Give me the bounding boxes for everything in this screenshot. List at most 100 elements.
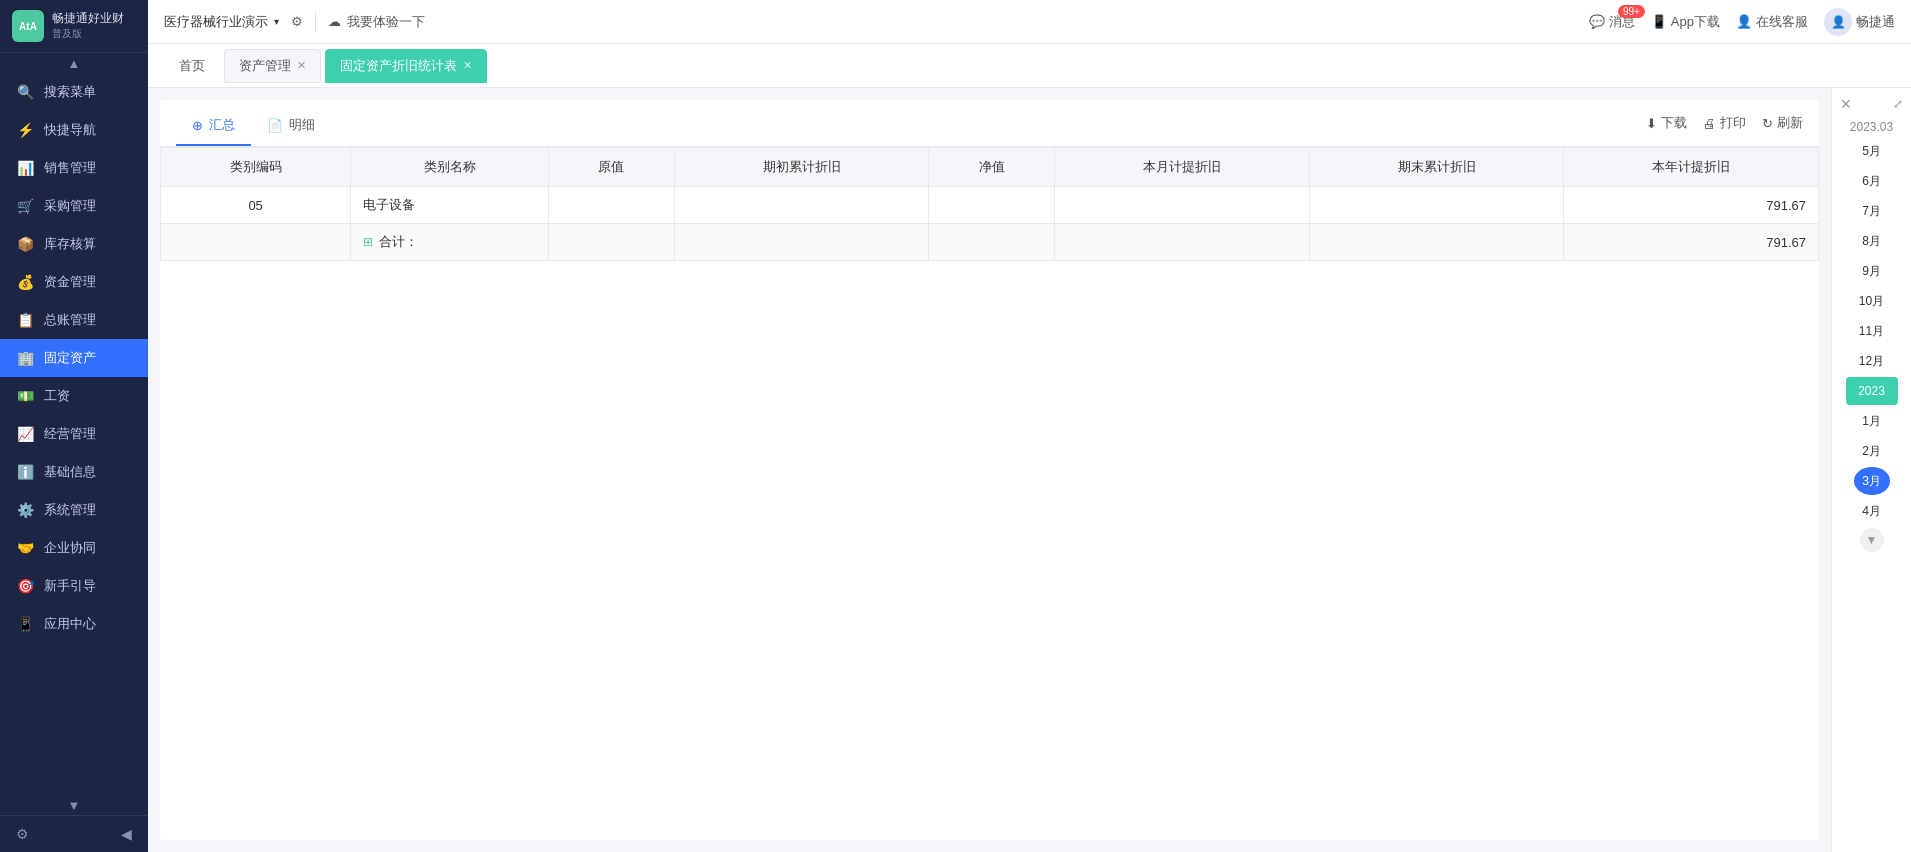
refresh-label: 刷新 [1777, 114, 1803, 132]
date-scroll-down-btn[interactable]: ▼ [1860, 528, 1884, 552]
app-version: 普及版 [52, 27, 124, 41]
total-month-depr [1055, 224, 1310, 261]
total-net [929, 224, 1055, 261]
cloud-icon: ☁ [328, 14, 341, 29]
sub-tab-summary[interactable]: ⊕ 汇总 [176, 110, 251, 146]
sidebar-item-finance[interactable]: 💰 资金管理 [0, 263, 148, 301]
sidebar-item-quick-nav[interactable]: ⚡ 快捷导航 [0, 111, 148, 149]
sidebar-item-sales[interactable]: 📊 销售管理 [0, 149, 148, 187]
sidebar-footer: ⚙ ◀ [0, 815, 148, 852]
tab-depreciation-report[interactable]: 固定资产折旧统计表 ✕ [325, 49, 487, 83]
total-begin-depr [674, 224, 929, 261]
tab-home[interactable]: 首页 [164, 49, 220, 83]
sidebar-scroll-up[interactable]: ▲ [0, 53, 148, 73]
collapse-sidebar-icon[interactable]: ◀ [121, 826, 132, 842]
total-original [548, 224, 674, 261]
company-selector[interactable]: 医疗器械行业演示 ▾ [164, 13, 279, 31]
month-item-12[interactable]: 12月 [1846, 347, 1898, 375]
content-area: ⊕ 汇总 📄 明细 ⬇ 下载 🖨 打印 [148, 88, 1911, 852]
sub-tab-summary-label: 汇总 [209, 116, 235, 134]
sidebar-item-label: 采购管理 [44, 197, 96, 215]
sidebar-item-label: 新手引导 [44, 577, 96, 595]
purchase-icon: 🛒 [16, 197, 34, 215]
download-icon: ⬇ [1646, 116, 1657, 131]
sidebar-item-label: 基础信息 [44, 463, 96, 481]
summary-icon: ⊕ [192, 118, 203, 133]
tab-asset-mgmt-label: 资产管理 [239, 57, 291, 75]
topbar-divider [315, 12, 316, 32]
download-label: 下载 [1661, 114, 1687, 132]
year-2023-label: 2023 [1846, 377, 1898, 405]
sidebar-item-guide[interactable]: 🎯 新手引导 [0, 567, 148, 605]
date-panel-close-btn[interactable]: ✕ [1840, 96, 1852, 112]
settings-footer-icon[interactable]: ⚙ [16, 826, 29, 842]
tab-depreciation-close[interactable]: ✕ [463, 60, 472, 71]
month-item-6[interactable]: 6月 [1846, 167, 1898, 195]
app-center-icon: 📱 [16, 615, 34, 633]
depreciation-table: 类别编码 类别名称 原值 期初累计折旧 净值 本月计提折旧 期末累计折旧 本年计… [160, 147, 1819, 261]
cell-code: 05 [161, 187, 351, 224]
sidebar-item-fixed-assets[interactable]: 🏢 固定资产 [0, 339, 148, 377]
sidebar-item-basic-info[interactable]: ℹ️ 基础信息 [0, 453, 148, 491]
month-item-1[interactable]: 1月 [1846, 407, 1898, 435]
month-item-7[interactable]: 7月 [1846, 197, 1898, 225]
ledger-icon: 📋 [16, 311, 34, 329]
sidebar: AtA 畅捷通好业财 普及版 ▲ 🔍 搜索菜单 ⚡ 快捷导航 📊 销售管理 🛒 … [0, 0, 148, 852]
col-header-end-depr: 期末累计折旧 [1309, 148, 1564, 187]
print-btn[interactable]: 🖨 打印 [1703, 114, 1746, 132]
sidebar-item-enterprise[interactable]: 🤝 企业协同 [0, 529, 148, 567]
month-item-9[interactable]: 9月 [1846, 257, 1898, 285]
month-item-3-selected[interactable]: 3月 [1854, 467, 1890, 495]
avatar-icon: 👤 [1831, 15, 1846, 29]
month-item-8[interactable]: 8月 [1846, 227, 1898, 255]
month-item-2[interactable]: 2月 [1846, 437, 1898, 465]
table-total-row: ⊞ 合计： 791.67 [161, 224, 1819, 261]
tab-asset-mgmt[interactable]: 资产管理 ✕ [224, 49, 321, 83]
print-label: 打印 [1720, 114, 1746, 132]
main-area: 医疗器械行业演示 ▾ ⚙ ☁ 我要体验一下 💬 消息 99+ 📱 App下载 👤… [148, 0, 1911, 852]
customer-service-btn[interactable]: 👤 在线客服 [1736, 13, 1808, 31]
col-header-original: 原值 [548, 148, 674, 187]
app-download-btn[interactable]: 📱 App下载 [1651, 13, 1720, 31]
app-logo: AtA [12, 10, 44, 42]
tab-asset-mgmt-close[interactable]: ✕ [297, 60, 306, 71]
sidebar-item-system[interactable]: ⚙️ 系统管理 [0, 491, 148, 529]
print-icon: 🖨 [1703, 116, 1716, 131]
notification-btn[interactable]: 💬 消息 99+ [1589, 13, 1635, 31]
sidebar-nav: 🔍 搜索菜单 ⚡ 快捷导航 📊 销售管理 🛒 采购管理 📦 库存核算 💰 资金管… [0, 73, 148, 795]
sidebar-item-purchase[interactable]: 🛒 采购管理 [0, 187, 148, 225]
cell-net [929, 187, 1055, 224]
refresh-btn[interactable]: ↻ 刷新 [1762, 114, 1803, 132]
app-download-label: App下载 [1671, 13, 1720, 31]
finance-icon: 💰 [16, 273, 34, 291]
sidebar-item-operations[interactable]: 📈 经营管理 [0, 415, 148, 453]
sub-tabs: ⊕ 汇总 📄 明细 ⬇ 下载 🖨 打印 [160, 100, 1819, 147]
month-item-4[interactable]: 4月 [1846, 497, 1898, 525]
experience-btn[interactable]: ☁ 我要体验一下 [328, 13, 425, 31]
col-header-code: 类别编码 [161, 148, 351, 187]
cell-name: 电子设备 [351, 187, 549, 224]
user-avatar-btn[interactable]: 👤 畅捷通 [1824, 8, 1895, 36]
sub-tab-detail[interactable]: 📄 明细 [251, 110, 331, 146]
sidebar-item-ledger[interactable]: 📋 总账管理 [0, 301, 148, 339]
message-icon: 💬 [1589, 14, 1605, 29]
sidebar-item-search[interactable]: 🔍 搜索菜单 [0, 73, 148, 111]
date-panel-expand-btn[interactable]: ⤢ [1893, 97, 1903, 111]
sidebar-item-label: 资金管理 [44, 273, 96, 291]
sidebar-item-salary[interactable]: 💵 工资 [0, 377, 148, 415]
sidebar-item-inventory[interactable]: 📦 库存核算 [0, 225, 148, 263]
month-item-5[interactable]: 5月 [1846, 137, 1898, 165]
month-item-11[interactable]: 11月 [1846, 317, 1898, 345]
col-header-name: 类别名称 [351, 148, 549, 187]
cell-year-depr: 791.67 [1564, 187, 1819, 224]
download-btn[interactable]: ⬇ 下载 [1646, 114, 1687, 132]
table-row: 05 电子设备 791.67 [161, 187, 1819, 224]
sidebar-item-label: 应用中心 [44, 615, 96, 633]
experience-label: 我要体验一下 [347, 13, 425, 31]
sidebar-scroll-down[interactable]: ▼ [0, 795, 148, 815]
col-header-month-depr: 本月计提折旧 [1055, 148, 1310, 187]
sidebar-item-app-center[interactable]: 📱 应用中心 [0, 605, 148, 643]
total-expand-icon: ⊞ [363, 235, 373, 249]
month-item-10[interactable]: 10月 [1846, 287, 1898, 315]
settings-icon[interactable]: ⚙ [291, 14, 303, 29]
